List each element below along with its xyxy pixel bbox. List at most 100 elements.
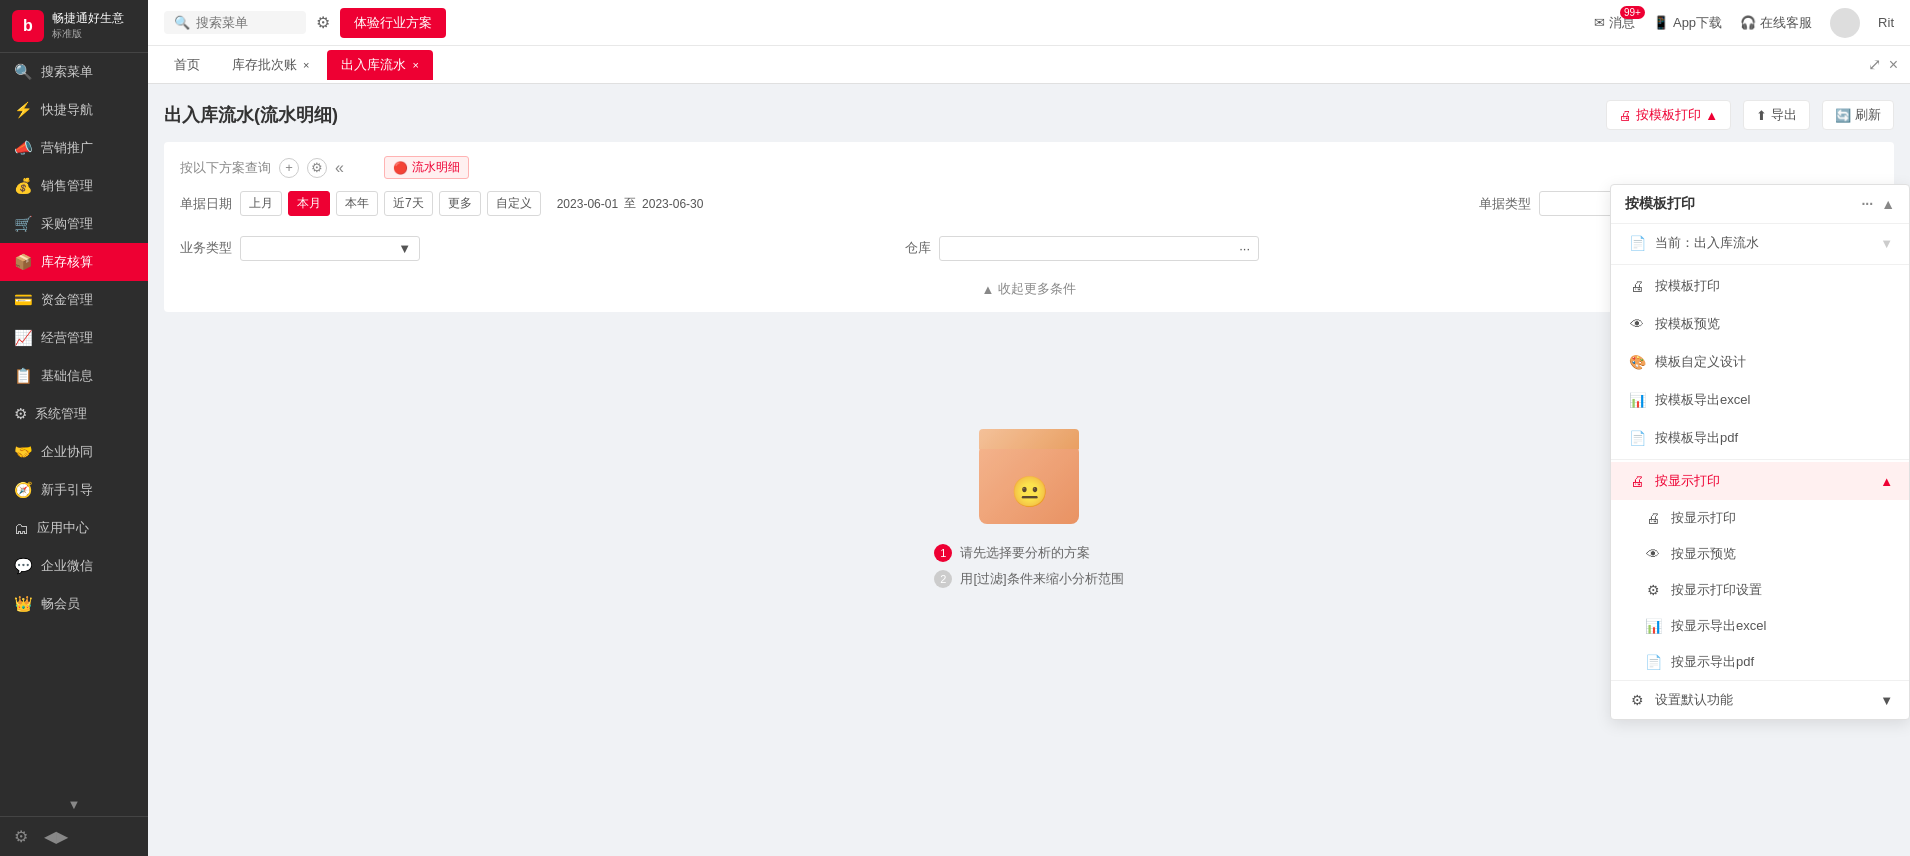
dp-current-template[interactable]: 📄 当前：出入库流水 ▼: [1611, 224, 1909, 262]
brand-name: 畅捷通好生意: [52, 11, 124, 27]
settings-icon[interactable]: ⚙: [14, 827, 28, 846]
step2-label: 用[过滤]条件来缩小分析范围: [960, 570, 1123, 588]
edition-label: 标准版: [52, 27, 124, 41]
sidebar-scroll-down[interactable]: ▼: [0, 793, 148, 816]
empty-steps: 1 请先选择要分析的方案 2 用[过滤]条件来缩小分析范围: [934, 544, 1123, 588]
sidebar-item-label: 快捷导航: [41, 101, 93, 119]
template-print-btn[interactable]: 🖨 按模板打印 ▲: [1606, 100, 1731, 130]
collapse-sidebar-icon[interactable]: ◀▶: [44, 827, 68, 846]
sidebar-item-operations[interactable]: 📈 经营管理: [0, 319, 148, 357]
app-download-btn[interactable]: 📱 App下载: [1653, 14, 1722, 32]
topbar-gear-icon[interactable]: ⚙: [316, 13, 330, 32]
refresh-btn[interactable]: 🔄 刷新: [1822, 100, 1894, 130]
date-range-end: 2023-06-30: [642, 197, 703, 211]
dp-footer-icon: ⚙: [1627, 690, 1647, 710]
date-btn-more[interactable]: 更多: [439, 191, 481, 216]
display-preview-icon: 👁: [1643, 544, 1663, 564]
date-btn-this-month[interactable]: 本月: [288, 191, 330, 216]
date-selector: 上月 本月 本年 近7天 更多 自定义: [240, 191, 541, 216]
dp-template-print-item[interactable]: 🖨 按模板打印: [1611, 267, 1909, 305]
sidebar-item-search[interactable]: 🔍 搜索菜单: [0, 53, 148, 91]
message-btn[interactable]: ✉ 消息 99+: [1594, 14, 1635, 32]
tab-flow[interactable]: 出入库流水 ×: [327, 50, 432, 80]
topbar-search[interactable]: 🔍: [164, 11, 306, 34]
template-print-label: 按模板打印: [1636, 106, 1701, 124]
tab-home-label: 首页: [174, 56, 200, 74]
basics-icon: 📋: [14, 367, 33, 385]
sidebar-item-label: 应用中心: [37, 519, 89, 537]
dp-header-more-icon[interactable]: ···: [1861, 196, 1873, 212]
dp-display-pdf-item[interactable]: 📄 按显示导出pdf: [1611, 644, 1909, 680]
date-btn-7days[interactable]: 近7天: [384, 191, 433, 216]
tab-maximize-icon[interactable]: ⤢: [1868, 55, 1881, 74]
tab-flow-close[interactable]: ×: [412, 59, 418, 71]
dp-display-print-section[interactable]: 🖨 按显示打印 ▲: [1611, 462, 1909, 500]
date-btn-custom[interactable]: 自定义: [487, 191, 541, 216]
empty-step-1: 1 请先选择要分析的方案: [934, 544, 1123, 562]
filter-date-field: 单据日期 上月 本月 本年 近7天 更多 自定义: [180, 191, 541, 216]
divider1: [1611, 264, 1909, 265]
sidebar-item-inventory[interactable]: 📦 库存核算: [0, 243, 148, 281]
search-input[interactable]: [196, 15, 296, 30]
dp-template-excel-item[interactable]: 📊 按模板导出excel: [1611, 381, 1909, 419]
avatar[interactable]: [1830, 8, 1860, 38]
search-icon: 🔍: [174, 15, 190, 30]
step1-label: 请先选择要分析的方案: [960, 544, 1090, 562]
export-icon: ⬆: [1756, 108, 1767, 123]
sidebar-item-label: 采购管理: [41, 215, 93, 233]
sidebar-item-marketing[interactable]: 📣 营销推广: [0, 129, 148, 167]
sidebar-item-collab[interactable]: 🤝 企业协同: [0, 433, 148, 471]
dp-template-design-item[interactable]: 🎨 模板自定义设计: [1611, 343, 1909, 381]
date-range-separator: 至: [624, 195, 636, 212]
sidebar-item-purchase[interactable]: 🛒 采购管理: [0, 205, 148, 243]
filter-add-btn[interactable]: +: [279, 158, 299, 178]
tab-close-all-icon[interactable]: ×: [1889, 56, 1898, 74]
dp-display-excel-item[interactable]: 📊 按显示导出excel: [1611, 608, 1909, 644]
print-icon: 🖨: [1619, 108, 1632, 123]
sidebar-item-guide[interactable]: 🧭 新手引导: [0, 471, 148, 509]
dp-display-print-item[interactable]: 🖨 按显示打印: [1611, 500, 1909, 536]
sidebar-item-quick-nav[interactable]: ⚡ 快捷导航: [0, 91, 148, 129]
trial-btn[interactable]: 体验行业方案: [340, 8, 446, 38]
purchase-icon: 🛒: [14, 215, 33, 233]
operations-icon: 📈: [14, 329, 33, 347]
dp-header-chevron-up-icon[interactable]: ▲: [1881, 196, 1895, 212]
tab-inventory-batch-close[interactable]: ×: [303, 59, 309, 71]
display-print-settings-icon: ⚙: [1643, 580, 1663, 600]
warehouse-more-icon[interactable]: ···: [1239, 241, 1250, 256]
sidebar-item-wechat[interactable]: 💬 企业微信: [0, 547, 148, 585]
warehouse-select[interactable]: ···: [939, 236, 1259, 261]
app-center-icon: 🗂: [14, 520, 29, 537]
filter-collapse-btn[interactable]: «: [335, 159, 344, 177]
sales-icon: 💰: [14, 177, 33, 195]
sidebar-item-app-center[interactable]: 🗂 应用中心: [0, 509, 148, 547]
date-btn-prev-month[interactable]: 上月: [240, 191, 282, 216]
business-type-select[interactable]: ▼: [240, 236, 420, 261]
tab-inventory-batch[interactable]: 库存批次账 ×: [218, 50, 323, 80]
online-service-btn[interactable]: 🎧 在线客服: [1740, 14, 1812, 32]
template-print-icon: 🖨: [1627, 276, 1647, 296]
sidebar-item-basics[interactable]: 📋 基础信息: [0, 357, 148, 395]
filter-settings-btn[interactable]: ⚙: [307, 158, 327, 178]
export-label: 导出: [1771, 106, 1797, 124]
sidebar-item-finance[interactable]: 💳 资金管理: [0, 281, 148, 319]
sidebar-item-member[interactable]: 👑 畅会员: [0, 585, 148, 623]
dp-display-preview-item[interactable]: 👁 按显示预览: [1611, 536, 1909, 572]
tab-home[interactable]: 首页: [160, 50, 214, 80]
export-btn[interactable]: ⬆ 导出: [1743, 100, 1810, 130]
filter-tag-icon: 🔴: [393, 161, 408, 175]
collapse-up-icon: ▲: [982, 282, 995, 297]
dp-display-print-settings-item[interactable]: ⚙ 按显示打印设置: [1611, 572, 1909, 608]
app-download-label: App下载: [1673, 14, 1722, 32]
date-btn-this-year[interactable]: 本年: [336, 191, 378, 216]
dp-template-preview-item[interactable]: 👁 按模板预览: [1611, 305, 1909, 343]
empty-icon: 😐: [969, 404, 1089, 524]
dp-footer[interactable]: ⚙ 设置默认功能 ▼: [1611, 680, 1909, 719]
username-label[interactable]: Rit: [1878, 15, 1894, 30]
filter-top-row: 按以下方案查询 + ⚙ « 🔴 流水明细: [180, 156, 1878, 179]
dp-template-pdf-item[interactable]: 📄 按模板导出pdf: [1611, 419, 1909, 457]
sidebar-logo: b 畅捷通好生意 标准版: [0, 0, 148, 53]
sidebar-item-system[interactable]: ⚙ 系统管理: [0, 395, 148, 433]
warehouse-field: 仓库 ···: [905, 236, 1259, 261]
sidebar-item-sales[interactable]: 💰 销售管理: [0, 167, 148, 205]
